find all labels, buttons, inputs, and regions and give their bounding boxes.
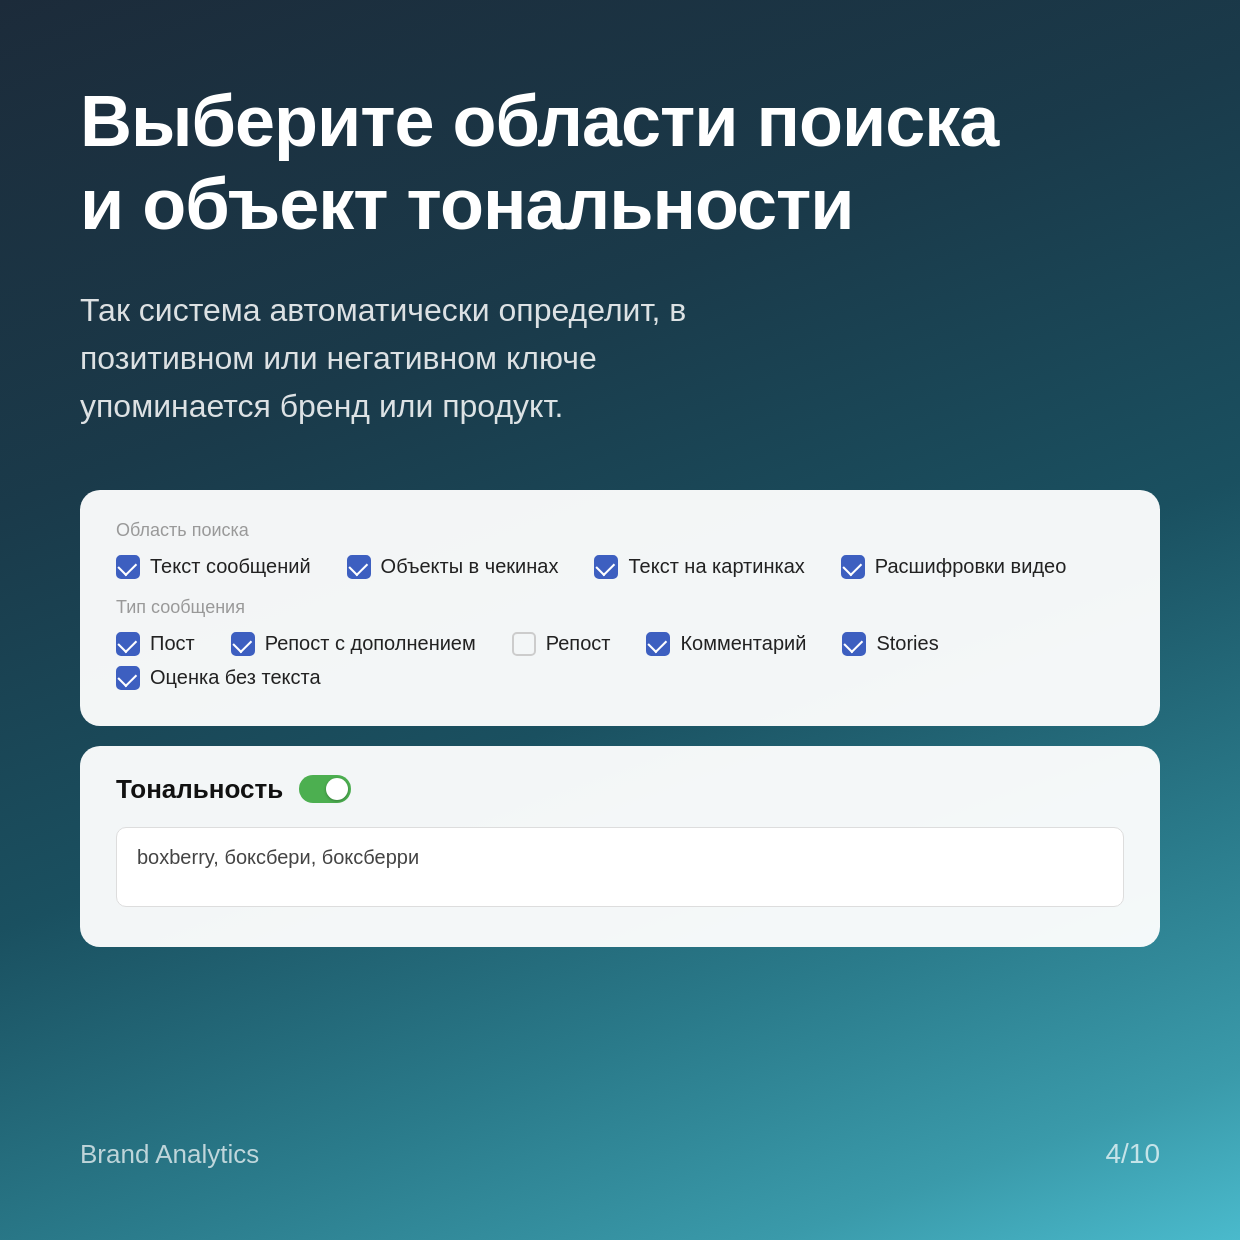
page-background: Выберите области поиска и объект тональн… (0, 0, 1240, 1240)
footer: Brand Analytics 4/10 (80, 1138, 1160, 1170)
checkbox-objects-checkins[interactable]: Объекты в чекинах (347, 555, 559, 579)
page-counter: 4/10 (1106, 1138, 1161, 1170)
checkbox-post-label: Пост (150, 632, 195, 655)
checkbox-repost-addition-label: Репост с дополнением (265, 632, 476, 655)
tonality-input[interactable]: boxberry, боксбери, боксберри (116, 827, 1124, 907)
checkbox-rating-no-text-box[interactable] (116, 666, 140, 690)
checkbox-post[interactable]: Пост (116, 632, 195, 656)
checkbox-text-images-label: Текст на картинках (628, 555, 804, 578)
tonality-header: Тональность (116, 774, 1124, 805)
section1-items-row: Текст сообщений Объекты в чекинах Текст … (116, 555, 1124, 579)
search-area-card: Область поиска Текст сообщений Объекты в… (80, 490, 1160, 726)
section2-items-row: Пост Репост с дополнением Репост Коммент… (116, 632, 1124, 656)
checkbox-text-images-box[interactable] (594, 555, 618, 579)
page-title: Выберите области поиска и объект тональн… (80, 80, 1160, 246)
checkbox-text-messages-box[interactable] (116, 555, 140, 579)
checkbox-repost-addition[interactable]: Репост с дополнением (231, 632, 476, 656)
checkbox-text-messages-label: Текст сообщений (150, 555, 311, 578)
checkbox-video-transcripts-label: Расшифровки видео (875, 555, 1067, 578)
checkbox-rating-no-text[interactable]: Оценка без текста (116, 666, 321, 690)
checkbox-repost[interactable]: Репост (512, 632, 611, 656)
checkbox-comment-box[interactable] (646, 632, 670, 656)
checkbox-video-transcripts[interactable]: Расшифровки видео (841, 555, 1067, 579)
section2-extra-row: Оценка без текста (116, 666, 1124, 690)
tonality-title: Тональность (116, 774, 283, 805)
checkbox-post-box[interactable] (116, 632, 140, 656)
checkbox-comment-label: Комментарий (680, 632, 806, 655)
brand-name: Brand Analytics (80, 1139, 259, 1170)
section2-label: Тип сообщения (116, 597, 1124, 618)
tonality-card: Тональность boxberry, боксбери, боксберр… (80, 746, 1160, 947)
checkbox-repost-label: Репост (546, 632, 611, 655)
checkbox-objects-checkins-label: Объекты в чекинах (381, 555, 559, 578)
checkbox-stories[interactable]: Stories (842, 632, 938, 656)
checkbox-repost-box[interactable] (512, 632, 536, 656)
checkbox-repost-addition-box[interactable] (231, 632, 255, 656)
checkbox-comment[interactable]: Комментарий (646, 632, 806, 656)
tonality-toggle[interactable] (299, 775, 351, 803)
checkbox-stories-box[interactable] (842, 632, 866, 656)
section1-label: Область поиска (116, 520, 1124, 541)
cards-area: Область поиска Текст сообщений Объекты в… (80, 490, 1160, 1088)
page-subtitle: Так система автоматически определит, в п… (80, 286, 780, 430)
checkbox-rating-no-text-label: Оценка без текста (150, 666, 321, 689)
checkbox-video-transcripts-box[interactable] (841, 555, 865, 579)
checkbox-text-images[interactable]: Текст на картинках (594, 555, 804, 579)
checkbox-text-messages[interactable]: Текст сообщений (116, 555, 311, 579)
toggle-knob (326, 778, 348, 800)
checkbox-objects-checkins-box[interactable] (347, 555, 371, 579)
checkbox-stories-label: Stories (876, 632, 938, 655)
